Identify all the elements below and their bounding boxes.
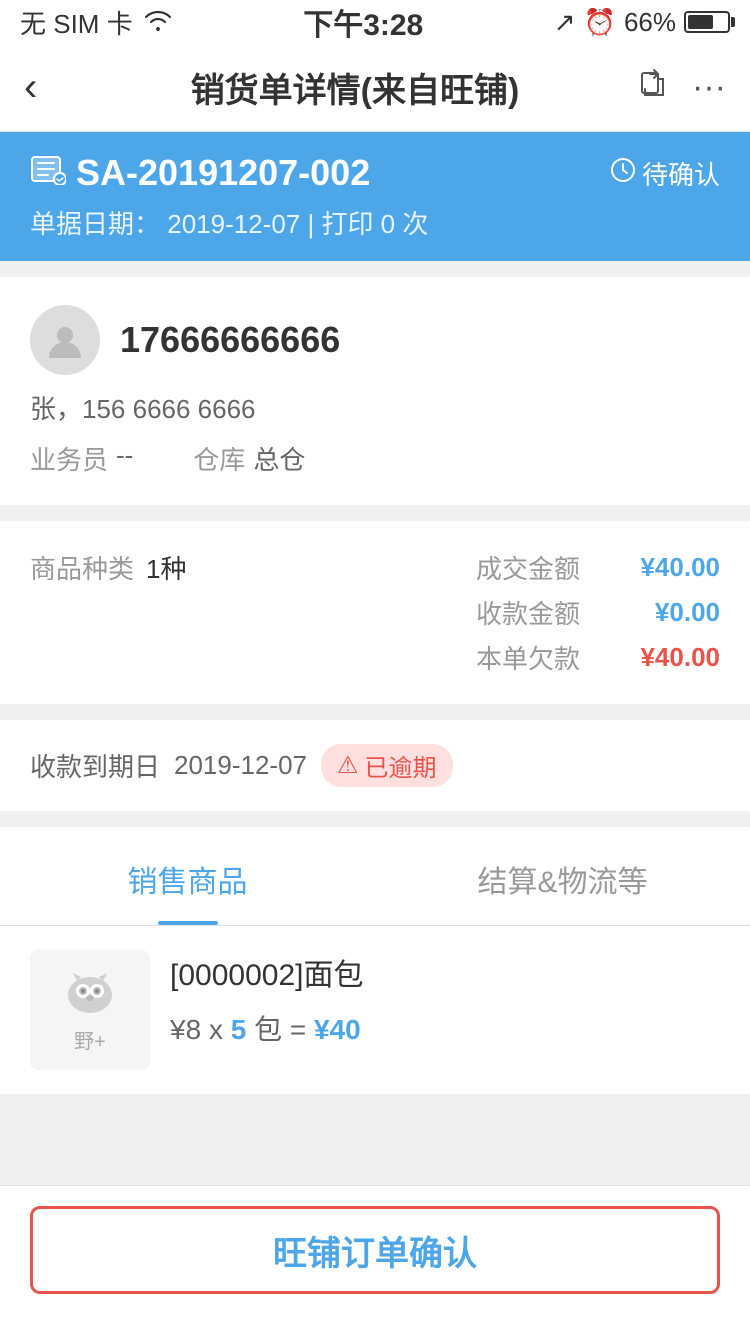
- product-qty: 5: [231, 1014, 247, 1045]
- tabs-section: 销售商品 结算&物流等: [0, 827, 750, 1094]
- product-price: ¥8 x 5 包 = ¥40: [170, 1008, 720, 1048]
- share-icon[interactable]: [636, 65, 672, 110]
- bottom-bar: 旺铺订单确认: [0, 1185, 750, 1334]
- order-date: 单据日期： 2019-12-07 | 打印 0 次: [30, 204, 720, 241]
- battery-icon: [684, 11, 730, 33]
- warning-icon: ⚠: [337, 751, 359, 780]
- status-bar: 无 SIM 卡 下午3:28 ↗ ⏰ 66%: [0, 0, 750, 44]
- tabs-header: 销售商品 结算&物流等: [0, 827, 750, 926]
- overdue-badge: ⚠ 已逾期: [321, 744, 453, 787]
- tab-settlement[interactable]: 结算&物流等: [375, 827, 750, 925]
- wifi-icon: [143, 7, 173, 38]
- product-name: [0000002]面包: [170, 950, 720, 994]
- product-item: 野+ [0000002]面包 ¥8 x 5 包 = ¥40: [30, 950, 720, 1070]
- page-title: 销货单详情(来自旺铺): [74, 63, 636, 112]
- alarm-icon: ⏰: [584, 7, 616, 38]
- received-value: ¥0.00: [600, 597, 720, 628]
- more-icon[interactable]: ···: [692, 68, 726, 107]
- summary-section: 商品种类 1种 成交金额 ¥40.00 收款金额 ¥0.00 本单欠款 ¥40.…: [0, 521, 750, 704]
- status-time: 下午3:28: [303, 0, 423, 44]
- status-text: 待确认: [642, 155, 720, 192]
- amount-value: ¥40.00: [600, 552, 720, 583]
- salesman-value: --: [116, 440, 133, 477]
- amount-label: 成交金额: [476, 549, 580, 586]
- order-number: SA-20191207-002: [76, 152, 370, 194]
- overdue-text: 已逾期: [365, 748, 437, 783]
- customer-name: 张，156 6666 6666: [30, 389, 720, 426]
- clock-icon: [610, 157, 636, 190]
- product-info: [0000002]面包 ¥8 x 5 包 = ¥40: [170, 950, 720, 1048]
- carrier-label: 无 SIM 卡: [20, 4, 133, 41]
- customer-meta: 业务员 -- 仓库 总仓: [30, 440, 720, 477]
- order-icon: [30, 152, 66, 194]
- product-total: ¥40: [314, 1014, 361, 1045]
- product-type-value: 1种: [146, 549, 186, 586]
- warehouse-value: 总仓: [253, 440, 305, 477]
- status-right: ↗ ⏰ 66%: [554, 7, 730, 38]
- order-id: SA-20191207-002: [30, 152, 370, 194]
- due-date-value: 2019-12-07: [174, 750, 307, 781]
- battery-percent: 66%: [624, 7, 676, 38]
- order-status: 待确认: [610, 155, 720, 192]
- customer-section: 17666666666 张，156 6666 6666 业务员 -- 仓库 总仓: [0, 277, 750, 505]
- product-type-label: 商品种类: [30, 549, 134, 586]
- confirm-order-button[interactable]: 旺铺订单确认: [30, 1206, 720, 1294]
- salesman-label: 业务员: [30, 440, 108, 477]
- order-header: SA-20191207-002 待确认 单据日期： 2019-12-07 | 打…: [0, 132, 750, 261]
- owed-value: ¥40.00: [600, 642, 720, 673]
- back-button[interactable]: ‹: [24, 65, 74, 110]
- owed-label: 本单欠款: [476, 639, 580, 676]
- summary-right: 成交金额 ¥40.00 收款金额 ¥0.00 本单欠款 ¥40.00: [476, 549, 720, 676]
- location-icon: ↗: [554, 7, 576, 38]
- due-date-section: 收款到期日 2019-12-07 ⚠ 已逾期: [0, 720, 750, 811]
- status-left: 无 SIM 卡: [20, 4, 173, 41]
- product-list: 野+ [0000002]面包 ¥8 x 5 包 = ¥40: [0, 926, 750, 1094]
- received-label: 收款金额: [476, 594, 580, 631]
- tab-sales-products[interactable]: 销售商品: [0, 827, 375, 925]
- due-date-label: 收款到期日: [30, 747, 160, 784]
- product-thumbnail: 野+: [30, 950, 150, 1070]
- nav-bar: ‹ 销货单详情(来自旺铺) ···: [0, 44, 750, 132]
- customer-phone: 17666666666: [120, 319, 340, 361]
- warehouse-label: 仓库: [193, 440, 245, 477]
- avatar: [30, 305, 100, 375]
- nav-actions: ···: [636, 65, 726, 110]
